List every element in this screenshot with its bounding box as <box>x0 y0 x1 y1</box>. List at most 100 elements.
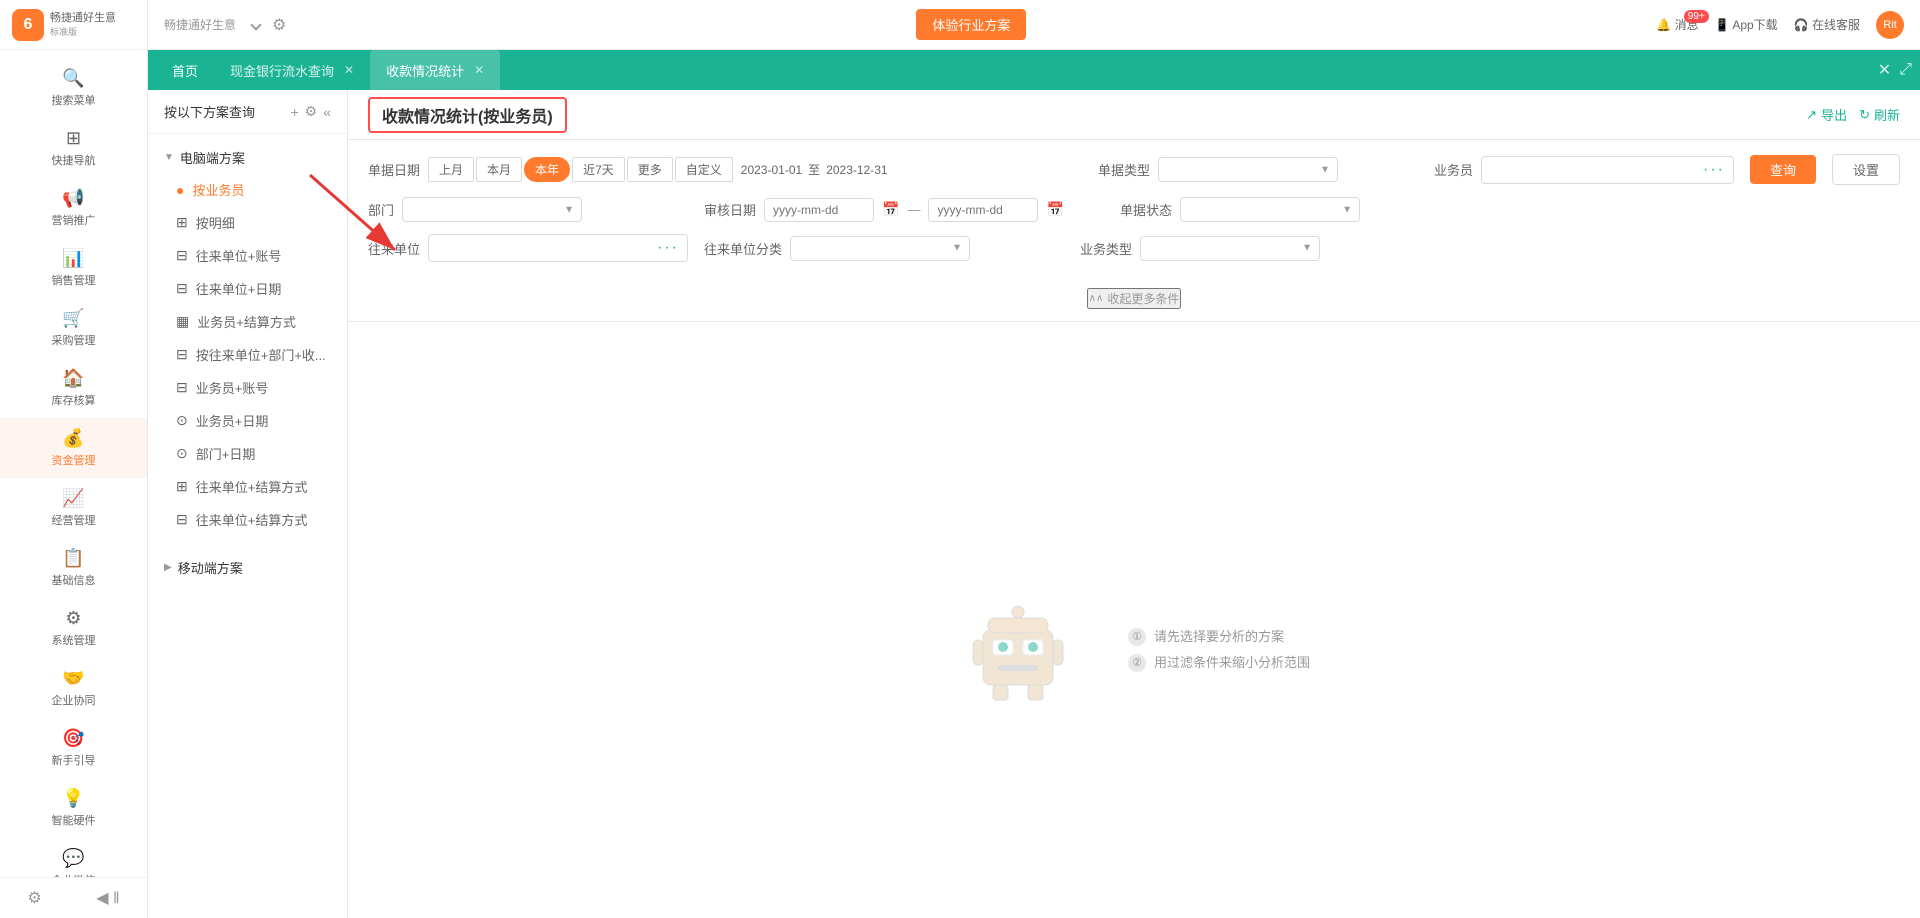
sidebar-item-operations[interactable]: 📈 经营管理 <box>0 478 147 538</box>
app-download-area[interactable]: 📱 App下载 <box>1715 16 1778 33</box>
date-btn-custom[interactable]: 自定义 <box>675 157 733 182</box>
tab-close-all-button[interactable]: ✕ <box>1878 60 1891 80</box>
collapse-button[interactable]: ∧∧ 收起更多条件 <box>1087 288 1182 309</box>
query-button[interactable]: 查询 <box>1750 155 1816 184</box>
app-download-label: App下载 <box>1732 18 1777 32</box>
section-arrow-icon: ▼ <box>164 152 174 163</box>
collapse-chevron-icon: ∧∧ <box>1089 293 1104 304</box>
partner-input[interactable]: ··· <box>428 234 688 262</box>
sidebar-item-system[interactable]: ⚙ 系统管理 <box>0 598 147 658</box>
plan-item-partner-account[interactable]: ⊟ 往来单位+账号 <box>148 239 347 272</box>
plan-item-label-10: 往来单位+结算方式 <box>196 510 308 529</box>
staff-field: 业务员 ··· <box>1434 156 1734 184</box>
review-date-calendar-icon[interactable]: 📅 <box>882 201 899 218</box>
plan-item-icon-9: ⊞ <box>176 478 188 495</box>
sidebar-item-search[interactable]: 🔍 搜索菜单 <box>0 58 147 118</box>
plan-item-icon-7: ⊙ <box>176 412 188 429</box>
refresh-button[interactable]: ↻ 刷新 <box>1859 105 1900 124</box>
doc-type-select[interactable] <box>1158 157 1338 182</box>
sidebar: 6 畅捷通好生意 标准版 🔍 搜索菜单 ⊞ 快捷导航 📢 营销推广 📊 销售管理 <box>0 0 148 918</box>
plan-item-partner-date[interactable]: ⊟ 往来单位+日期 <box>148 272 347 305</box>
review-date-to[interactable] <box>928 198 1038 222</box>
plan-section-desktop-label: 电脑端方案 <box>180 148 245 167</box>
sidebar-item-sales[interactable]: 📊 销售管理 <box>0 238 147 298</box>
date-btn-last-month[interactable]: 上月 <box>428 157 474 182</box>
logo-text-area: 畅捷通好生意 标准版 <box>50 11 116 38</box>
content-area: 按以下方案查询 + ⚙ « ▼ 电脑端方案 ● 按业务员 <box>148 90 1920 918</box>
plan-item-dept-date[interactable]: ⊙ 部门+日期 <box>148 437 347 470</box>
date-btn-this-month[interactable]: 本月 <box>476 157 522 182</box>
plan-item-label-5: 按往来单位+部门+收... <box>196 345 326 364</box>
staff-input[interactable]: ··· <box>1481 156 1734 184</box>
plan-settings-button[interactable]: ⚙ <box>305 103 318 120</box>
plan-item-staff-account[interactable]: ⊟ 业务员+账号 <box>148 371 347 404</box>
sidebar-item-marketing-label: 营销推广 <box>52 212 96 228</box>
tab-maximize-button[interactable]: ⤢ <box>1899 61 1912 79</box>
sidebar-item-purchase[interactable]: 🛒 采购管理 <box>0 298 147 358</box>
sidebar-item-collab[interactable]: 🤝 企业协同 <box>0 658 147 718</box>
plan-item-partner-settle1[interactable]: ⊞ 往来单位+结算方式 <box>148 470 347 503</box>
breadcrumb-dropdown-icon[interactable] <box>250 19 261 30</box>
tab-collection[interactable]: 收款情况统计 ✕ <box>370 50 500 90</box>
page-title: 收款情况统计(按业务员) <box>382 109 553 126</box>
review-date-dash: — <box>907 202 920 217</box>
tab-collection-close[interactable]: ✕ <box>474 63 484 77</box>
trial-button[interactable]: 体验行业方案 <box>916 9 1026 40</box>
sidebar-item-finance[interactable]: 💰 资金管理 <box>0 418 147 478</box>
plan-item-label-3: 往来单位+日期 <box>196 279 282 298</box>
plan-section-desktop-title[interactable]: ▼ 电脑端方案 <box>148 142 347 173</box>
plan-item-staff-settle[interactable]: ▦ 业务员+结算方式 <box>148 305 347 338</box>
date-btn-more[interactable]: 更多 <box>627 157 673 182</box>
plan-item-partner-dept[interactable]: ⊟ 按往来单位+部门+收... <box>148 338 347 371</box>
logo-icon: 6 <box>12 9 44 41</box>
biz-type-label: 业务类型 <box>1080 239 1132 258</box>
export-button[interactable]: ↗ 导出 <box>1806 105 1847 124</box>
date-btn-this-year[interactable]: 本年 <box>524 157 570 182</box>
plan-item-staff-date[interactable]: ⊙ 业务员+日期 <box>148 404 347 437</box>
sidebar-item-base-label: 基础信息 <box>52 572 96 588</box>
tab-bank-flow-close[interactable]: ✕ <box>344 63 354 77</box>
plan-item-partner-settle2[interactable]: ⊟ 往来单位+结算方式 <box>148 503 347 536</box>
doc-status-select[interactable] <box>1180 197 1360 222</box>
plan-collapse-button[interactable]: « <box>323 104 331 120</box>
page-title-box: 收款情况统计(按业务员) <box>368 97 567 133</box>
plan-item-by-staff[interactable]: ● 按业务员 <box>148 173 347 206</box>
staff-dots[interactable]: ··· <box>1703 161 1725 179</box>
sidebar-item-wechat[interactable]: 💬 企业微信 <box>0 838 147 877</box>
partner-type-select[interactable] <box>790 236 970 261</box>
partner-type-select-wrapper <box>790 236 970 261</box>
plan-item-label-2: 往来单位+账号 <box>196 246 282 265</box>
biz-type-select[interactable] <box>1140 236 1320 261</box>
plan-add-button[interactable]: + <box>290 104 298 120</box>
plan-item-icon-5: ⊟ <box>176 346 188 363</box>
sidebar-item-base[interactable]: 📋 基础信息 <box>0 538 147 598</box>
tab-home[interactable]: 首页 <box>156 50 214 90</box>
sidebar-item-hardware[interactable]: 💡 智能硬件 <box>0 778 147 838</box>
plan-section-mobile-title[interactable]: ▶ 移动端方案 <box>148 552 347 583</box>
sidebar-item-inventory[interactable]: 🏠 库存核算 <box>0 358 147 418</box>
hint-text-2: 用过滤条件来缩小分析范围 <box>1154 650 1310 676</box>
settings-footer-icon[interactable]: ⚙ <box>27 888 41 908</box>
plan-section-desktop: ▼ 电脑端方案 ● 按业务员 ⊞ 按明细 ⊟ 往来单位+账号 <box>148 134 347 544</box>
user-avatar[interactable]: Rit <box>1876 11 1904 39</box>
plan-section-mobile: ▶ 移动端方案 <box>148 544 347 591</box>
sidebar-item-guide[interactable]: 🎯 新手引导 <box>0 718 147 778</box>
plan-header-actions: + ⚙ « <box>290 103 331 120</box>
tab-bank-flow[interactable]: 现金银行流水查询 ✕ <box>214 50 370 90</box>
logo-area: 6 畅捷通好生意 标准版 <box>0 0 147 50</box>
notification-area[interactable]: 🔔 消息 99+ <box>1656 16 1698 33</box>
filter-settings-button[interactable]: 设置 <box>1832 154 1900 185</box>
sidebar-item-marketing[interactable]: 📢 营销推广 <box>0 178 147 238</box>
sidebar-item-quicknav[interactable]: ⊞ 快捷导航 <box>0 118 147 178</box>
review-date-calendar-icon2[interactable]: 📅 <box>1046 201 1063 218</box>
collapse-footer-icon[interactable]: ◀ ‖ <box>96 888 119 908</box>
plan-item-detail[interactable]: ⊞ 按明细 <box>148 206 347 239</box>
date-btn-7days[interactable]: 近7天 <box>572 157 625 182</box>
review-date-from[interactable] <box>764 198 874 222</box>
header-gear-icon[interactable]: ⚙ <box>272 15 286 35</box>
page-actions: ↗ 导出 ↻ 刷新 <box>1806 105 1900 124</box>
online-service-area[interactable]: 🎧 在线客服 <box>1794 16 1860 33</box>
dept-select[interactable] <box>402 197 582 222</box>
partner-dots[interactable]: ··· <box>657 239 679 257</box>
service-icon: 🎧 <box>1794 18 1809 32</box>
